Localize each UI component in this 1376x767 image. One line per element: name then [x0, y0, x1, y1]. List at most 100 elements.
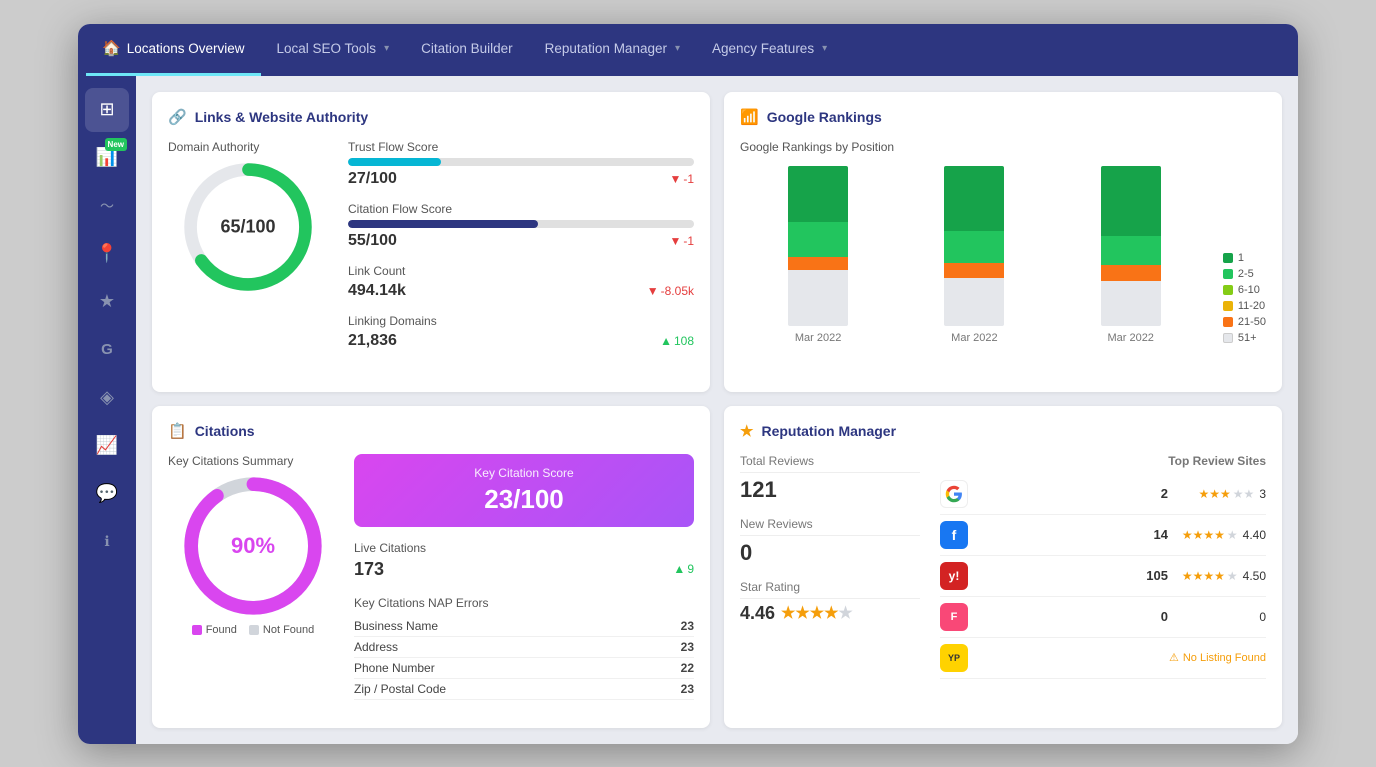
nap-zip-label: Zip / Postal Code	[354, 682, 446, 696]
link-count-group: Link Count 494.14k ▼ -8.05k	[348, 264, 694, 300]
sidebar-item-info[interactable]: ℹ	[85, 520, 129, 564]
sidebar-item-reports[interactable]: 📈	[85, 424, 129, 468]
live-citations-stat: Live Citations 173 ▲ 9	[354, 541, 694, 580]
citations-donut: 90%	[183, 476, 323, 616]
not-found-dot	[249, 625, 259, 635]
nap-errors-title: Key Citations NAP Errors	[354, 596, 694, 610]
nap-address-label: Address	[354, 640, 398, 654]
yelp-review-icon: y!	[940, 562, 968, 590]
star-rating-stat: Star Rating 4.46 ★★★★★	[740, 580, 920, 624]
live-citations-row: 173 ▲ 9	[354, 559, 694, 580]
sidebar-item-dashboard[interactable]: ⊞	[85, 88, 129, 132]
legend-item-2-5: 2-5	[1223, 268, 1266, 280]
not-found-label: Not Found	[263, 624, 314, 636]
google-rankings-header: 📶 Google Rankings	[740, 108, 1266, 126]
foursquare-rating: 0	[1176, 610, 1266, 624]
legend-dot-51plus	[1223, 333, 1233, 343]
link-count-change: ▼ -8.05k	[647, 284, 694, 298]
schema-icon: ◈	[100, 387, 114, 408]
star-header-icon: ★	[740, 422, 753, 440]
sidebar-item-analytics[interactable]: New 📊	[85, 136, 129, 180]
nav-item-citation-builder[interactable]: Citation Builder	[405, 24, 529, 76]
bar-seg-51plus-1	[788, 270, 848, 326]
legend-dot-2-5	[1223, 269, 1233, 279]
star-icon: ★	[99, 291, 115, 312]
link-icon: 🔗	[168, 108, 187, 126]
chevron-down-icon-3: ▾	[822, 43, 827, 54]
nap-phone-label: Phone Number	[354, 661, 435, 675]
nap-address-count: 23	[681, 640, 694, 654]
review-site-google: 2 ★★★★★ 3	[940, 474, 1266, 515]
stacked-bar-2	[944, 166, 1004, 326]
seo-icon: 〜	[100, 196, 114, 216]
legend-label-2-5: 2-5	[1238, 268, 1254, 280]
yelp-count: 105	[1138, 568, 1168, 583]
citation-flow-group: Citation Flow Score 55/100 ▼ -1	[348, 202, 694, 250]
legend-item-51plus: 51+	[1223, 332, 1266, 344]
live-citations-label: Live Citations	[354, 541, 694, 555]
nav-item-local-seo[interactable]: Local SEO Tools ▾	[261, 24, 406, 76]
nav-label-reputation-manager: Reputation Manager	[545, 41, 667, 56]
bar-label-3: Mar 2022	[1107, 332, 1153, 344]
sidebar: ⊞ New 📊 〜 📍 ★ G ◈ 📈	[78, 76, 136, 744]
citation-flow-change: ▼ -1	[669, 234, 694, 248]
nap-phone-count: 22	[681, 661, 694, 675]
google-rating-value: 3	[1259, 487, 1266, 501]
citations-icon: 📋	[168, 422, 187, 440]
arrow-down-icon: ▼	[669, 172, 681, 186]
citation-flow-fill	[348, 220, 538, 228]
info-icon: ℹ	[104, 533, 109, 550]
sidebar-item-locations[interactable]: 📍	[85, 232, 129, 276]
reports-icon: 📈	[96, 435, 118, 456]
stacked-bar-1	[788, 166, 848, 326]
nav-item-locations-overview[interactable]: 🏠 Locations Overview	[86, 24, 261, 76]
review-site-yellowpages: YP ⚠ No Listing Found	[940, 638, 1266, 679]
bar-seg-1-3	[1101, 166, 1161, 236]
citation-flow-value-row: 55/100 ▼ -1	[348, 232, 694, 250]
arrow-up-icon-2: ▲	[673, 562, 685, 576]
arrow-down-icon-2: ▼	[669, 234, 681, 248]
citation-flow-label: Citation Flow Score	[348, 202, 694, 216]
rankings-legend: 1 2-5 6-10 11-20	[1223, 252, 1266, 344]
citations-legend: Found Not Found	[192, 624, 315, 636]
metrics-section: Trust Flow Score 27/100 ▼ -1	[348, 140, 694, 364]
nap-errors-section: Key Citations NAP Errors Business Name 2…	[354, 596, 694, 700]
bar-seg-21-50-1	[788, 257, 848, 270]
rankings-chart: Mar 2022 Mar 2022	[740, 166, 1266, 344]
app-frame: 🏠 Locations Overview Local SEO Tools ▾ C…	[78, 24, 1298, 744]
sidebar-item-messages[interactable]: 💬	[85, 472, 129, 516]
chevron-down-icon: ▾	[384, 43, 389, 54]
authority-content: Domain Authority 65/100 Trust Flo	[168, 140, 694, 364]
live-citations-value: 173	[354, 559, 384, 580]
home-icon: 🏠	[102, 39, 121, 57]
reputation-content: Total Reviews 121 New Reviews 0 Star Rat…	[740, 454, 1266, 679]
nav-item-agency-features[interactable]: Agency Features ▾	[696, 24, 843, 76]
nav-label-locations-overview: Locations Overview	[127, 41, 245, 56]
trust-flow-change: ▼ -1	[669, 172, 694, 186]
live-citations-change: ▲ 9	[673, 562, 694, 576]
reputation-header: ★ Reputation Manager	[740, 422, 1266, 440]
sidebar-item-reviews[interactable]: ★	[85, 280, 129, 324]
legend-dot-11-20	[1223, 301, 1233, 311]
trust-flow-track	[348, 158, 694, 166]
sidebar-item-schema[interactable]: ◈	[85, 376, 129, 420]
legend-label-1: 1	[1238, 252, 1244, 264]
chevron-down-icon-2: ▾	[675, 43, 680, 54]
rankings-subtitle: Google Rankings by Position	[740, 140, 1266, 154]
new-reviews-label: New Reviews	[740, 517, 920, 536]
domain-authority-label: Domain Authority	[168, 140, 259, 154]
citations-card: 📋 Citations Key Citations Summary 90%	[152, 406, 710, 728]
google-icon: G	[101, 341, 113, 358]
nap-row-address: Address 23	[354, 637, 694, 658]
citations-metrics: Key Citation Score 23/100 Live Citations…	[354, 454, 694, 700]
nav-item-reputation-manager[interactable]: Reputation Manager ▾	[529, 24, 696, 76]
top-review-sites-header: Top Review Sites	[940, 454, 1266, 468]
citations-legend-found: Found	[192, 624, 237, 636]
reputation-left: Total Reviews 121 New Reviews 0 Star Rat…	[740, 454, 920, 679]
grid-icon: ⊞	[99, 99, 114, 120]
domain-authority-donut: 65/100	[183, 162, 313, 292]
sidebar-item-google[interactable]: G	[85, 328, 129, 372]
sidebar-item-seo[interactable]: 〜	[85, 184, 129, 228]
found-dot	[192, 625, 202, 635]
yellowpages-review-icon: YP	[940, 644, 968, 672]
